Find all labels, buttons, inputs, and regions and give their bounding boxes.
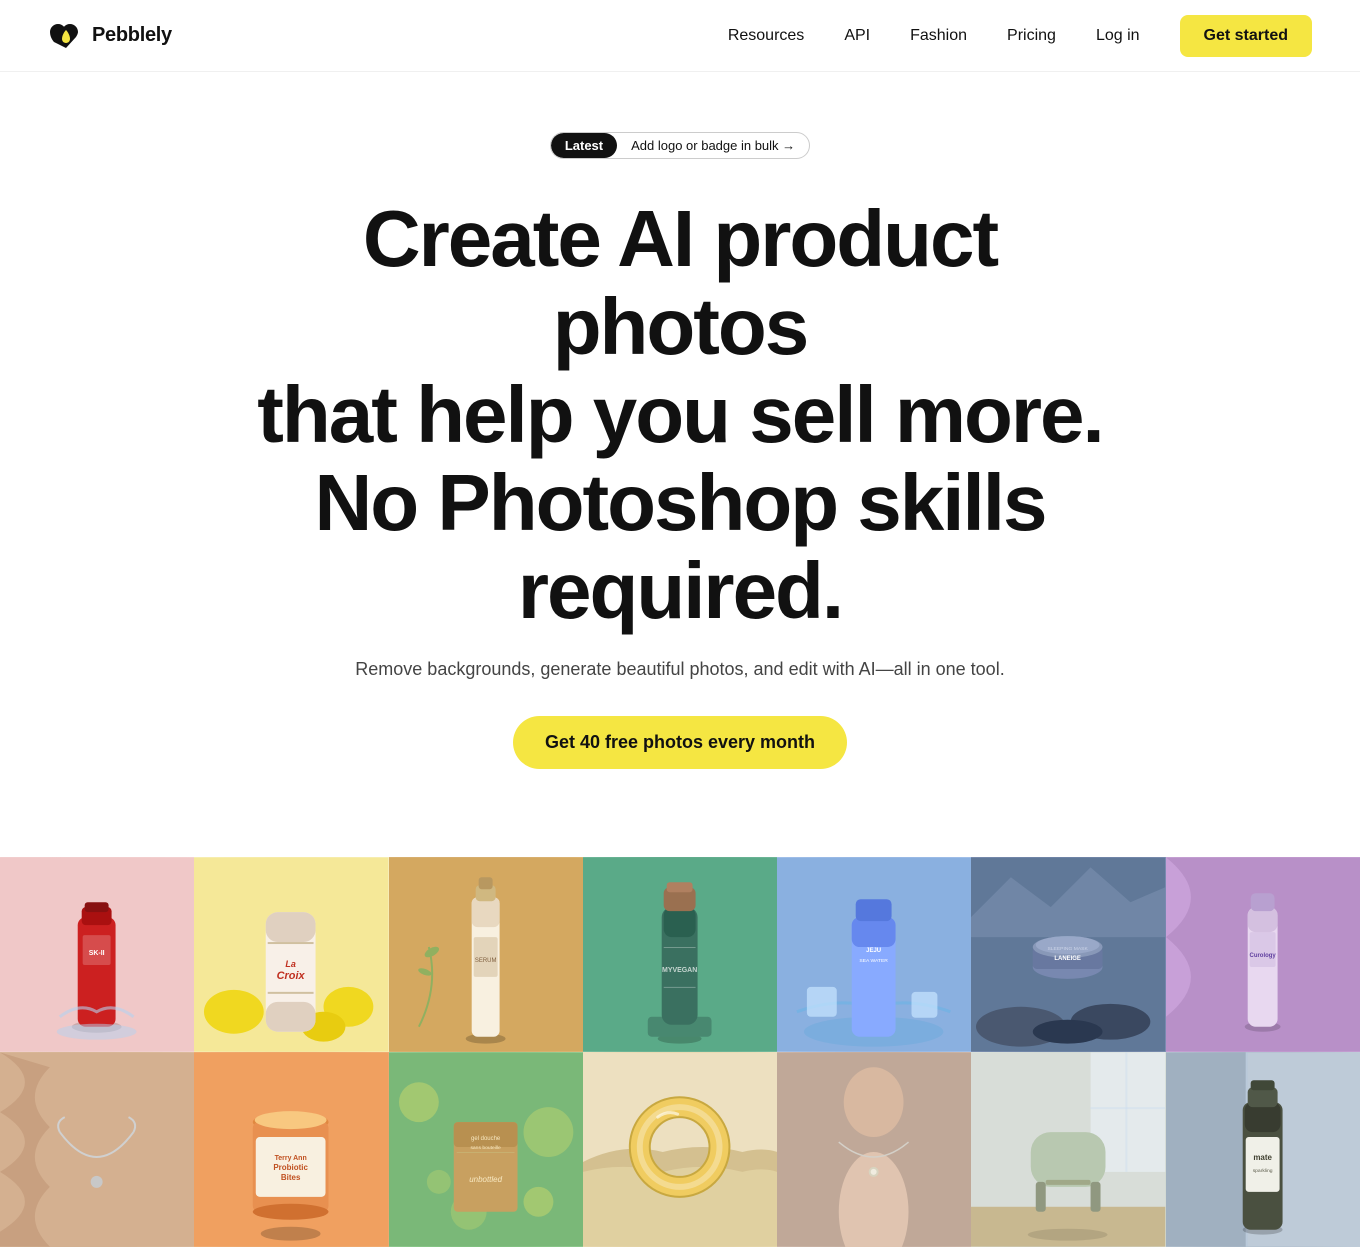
product-image-ring <box>583 1052 777 1247</box>
svg-text:MYVEGAN: MYVEGAN <box>662 967 697 974</box>
latest-badge[interactable]: Latest Add logo or badge in bulk → <box>550 132 810 159</box>
svg-text:Probiotic: Probiotic <box>274 1163 309 1172</box>
svg-text:mate: mate <box>1253 1153 1272 1162</box>
login-link[interactable]: Log in <box>1096 27 1140 45</box>
hero-title-line3: No Photoshop skills required. <box>315 458 1046 635</box>
product-image-jeju: JEJU SEA WATER <box>777 857 971 1052</box>
svg-text:Croix: Croix <box>277 970 306 982</box>
product-image-mate: mate sparkling <box>1166 1052 1360 1247</box>
hero-title: Create AI product photos that help you s… <box>230 195 1130 635</box>
product-image-unbottled: gel douche sans bouteille unbottled <box>389 1052 583 1247</box>
svg-text:SERUM: SERUM <box>474 958 496 964</box>
product-image-necklace <box>0 1052 194 1247</box>
svg-text:sans bouteille: sans bouteille <box>470 1145 501 1151</box>
svg-text:La: La <box>286 959 296 969</box>
hero-title-line2: that help you sell more. <box>257 370 1103 459</box>
svg-text:unbottled: unbottled <box>469 1175 502 1184</box>
get-started-button[interactable]: Get started <box>1180 15 1312 57</box>
hero-section: Latest Add logo or badge in bulk → Creat… <box>0 72 1360 809</box>
product-image-purple: Curology <box>1166 857 1360 1052</box>
nav-fashion[interactable]: Fashion <box>910 27 967 45</box>
badge-text: Add logo or badge in bulk → <box>617 133 809 158</box>
svg-text:JEJU: JEJU <box>866 948 881 954</box>
svg-text:SLEEPING MASK: SLEEPING MASK <box>1048 946 1089 952</box>
product-image-lacroix: La Croix <box>194 857 388 1052</box>
svg-text:Terry Ann: Terry Ann <box>275 1155 307 1162</box>
nav-pricing[interactable]: Pricing <box>1007 27 1056 45</box>
product-image-jewelry-model <box>777 1052 971 1247</box>
latest-tag: Latest <box>551 133 617 158</box>
nav-api[interactable]: API <box>844 27 870 45</box>
svg-text:Bites: Bites <box>281 1173 301 1182</box>
svg-text:gel douche: gel douche <box>471 1136 501 1142</box>
product-image-myvegan: MYVEGAN <box>583 857 777 1052</box>
photo-grid: SK-II <box>0 857 1360 1247</box>
product-image-sk2: SK-II <box>0 857 194 1052</box>
svg-text:SEA WATER: SEA WATER <box>860 958 889 964</box>
hero-subtitle: Remove backgrounds, generate beautiful p… <box>20 659 1340 680</box>
logo-icon <box>48 22 84 50</box>
nav-resources[interactable]: Resources <box>728 27 804 45</box>
photo-row-2: Terry Ann Probiotic Bites <box>0 1052 1360 1247</box>
product-image-probiotic: Terry Ann Probiotic Bites <box>194 1052 388 1247</box>
svg-text:sparkling: sparkling <box>1252 1168 1272 1174</box>
svg-text:SK-II: SK-II <box>89 950 105 957</box>
product-image-chair <box>971 1052 1165 1247</box>
hero-cta-button[interactable]: Get 40 free photos every month <box>513 716 847 769</box>
logo-text: Pebblely <box>92 24 172 47</box>
navbar: Pebblely Resources API Fashion Pricing L… <box>0 0 1360 72</box>
nav-links: Resources API Fashion Pricing Log in Get… <box>728 15 1312 57</box>
photo-row-1: SK-II <box>0 857 1360 1052</box>
product-image-laneige: LANEIGE SLEEPING MASK <box>971 857 1165 1052</box>
svg-text:LANEIGE: LANEIGE <box>1055 956 1082 962</box>
svg-text:Curology: Curology <box>1249 953 1276 959</box>
logo-link[interactable]: Pebblely <box>48 22 172 50</box>
product-image-serum: SERUM <box>389 857 583 1052</box>
hero-title-line1: Create AI product photos <box>363 194 997 371</box>
